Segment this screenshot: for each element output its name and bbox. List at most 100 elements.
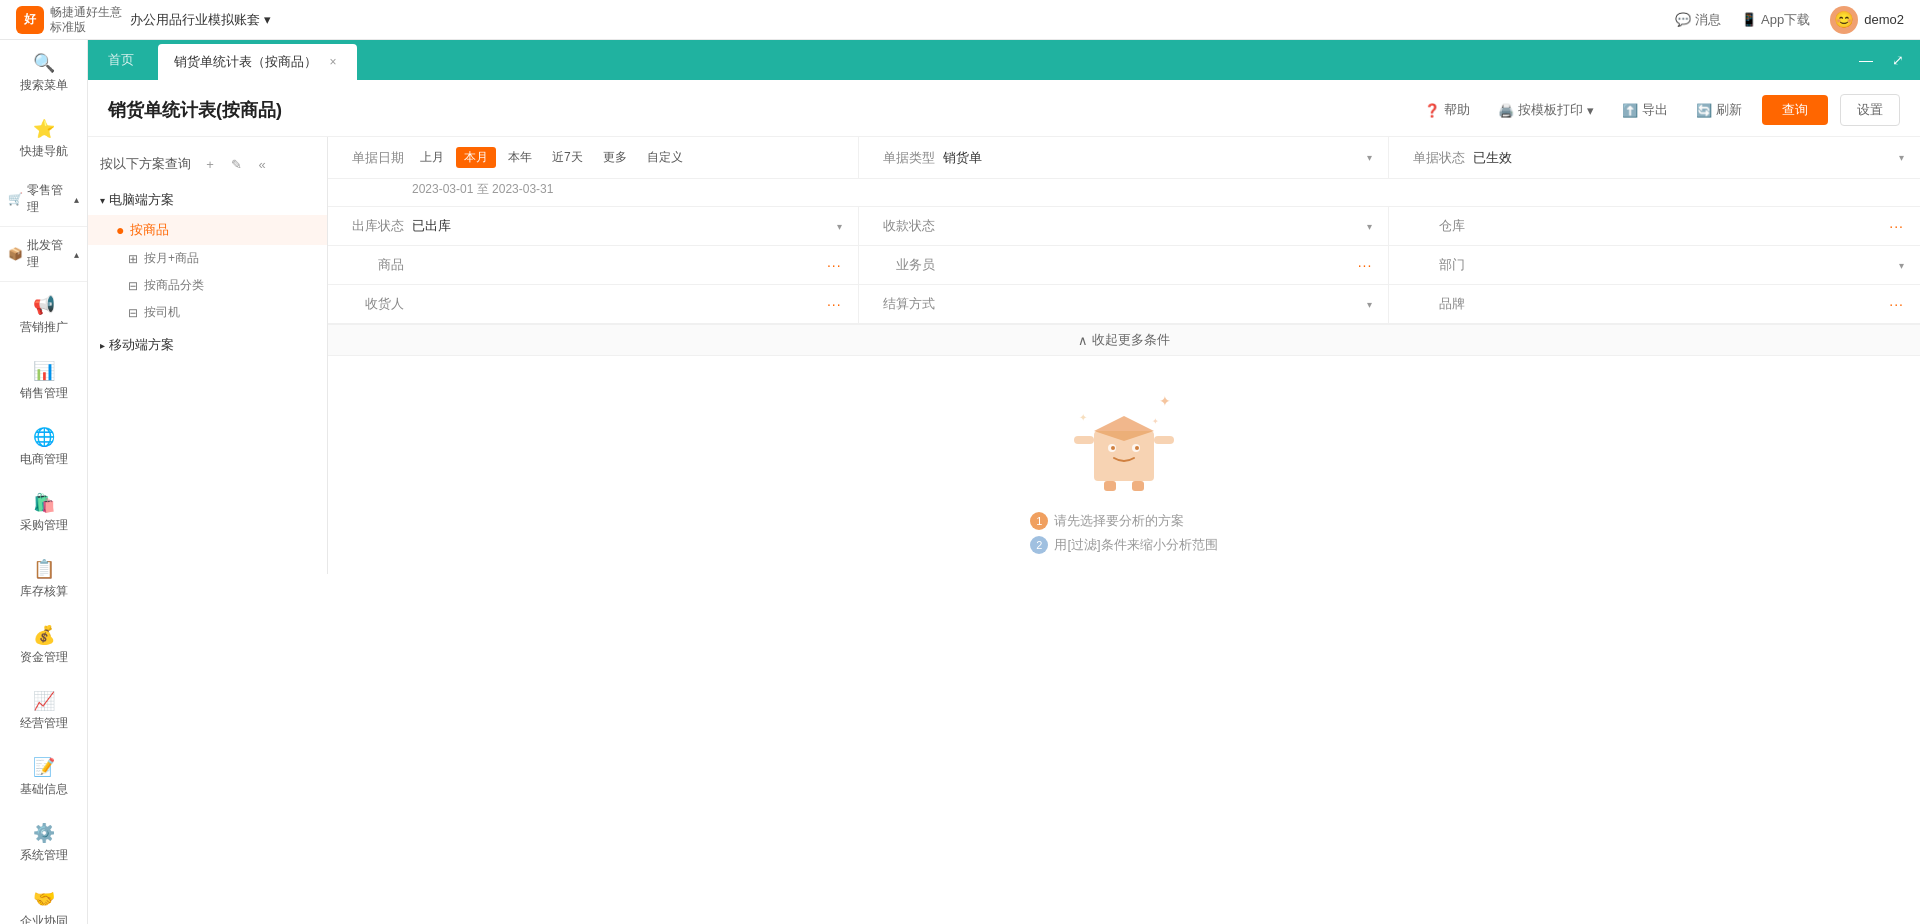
- sidebar-item-purchase-mgmt[interactable]: 🛍️ 采购管理: [0, 480, 87, 546]
- stock-status-control[interactable]: 已出库 ▾: [412, 217, 842, 235]
- date-filter-col: 单据日期 上月 本月 本年 近7天 更多 自定义: [328, 137, 859, 178]
- data-area: ✦ ✦ ✦ 1 请先选择要分析的方案 2: [328, 356, 1920, 574]
- date-range-row: 2023-03-01 至 2023-03-31: [328, 179, 1920, 207]
- filter-row-4: 收货人 ··· 结算方式 ▾: [328, 285, 1920, 324]
- warehouse-control[interactable]: ···: [1473, 218, 1904, 234]
- message-icon: 💬: [1675, 12, 1691, 27]
- salesperson-control[interactable]: ···: [943, 257, 1373, 273]
- empty-illustration: ✦ ✦ ✦: [1064, 376, 1184, 496]
- payment-method-col: 结算方式 ▾: [859, 285, 1390, 323]
- print-btn[interactable]: 🖨️ 按模板打印 ▾: [1490, 97, 1602, 123]
- date-presets: 上月 本月 本年 近7天 更多 自定义: [412, 147, 691, 168]
- product-control[interactable]: ···: [412, 257, 842, 273]
- purchase-icon: 🛍️: [33, 492, 55, 514]
- print-arrow: ▾: [1587, 103, 1594, 118]
- warehouse-col: 仓库 ···: [1389, 207, 1920, 245]
- tab-home[interactable]: 首页: [88, 40, 154, 80]
- filter-row-2: 出库状态 已出库 ▾ 收款状态 ▾: [328, 207, 1920, 246]
- right-content: 单据日期 上月 本月 本年 近7天 更多 自定义: [328, 137, 1920, 574]
- sidebar-item-wholesale-mgmt[interactable]: 📦 批发管理 ▴: [0, 227, 87, 282]
- export-icon: ⬆️: [1622, 103, 1638, 118]
- refresh-btn[interactable]: 🔄 刷新: [1688, 97, 1750, 123]
- edit-scheme-btn[interactable]: ✎: [225, 153, 247, 175]
- wholesale-expand-arrow: ▴: [74, 249, 79, 260]
- payment-method-arrow: ▾: [1367, 299, 1372, 310]
- user-info[interactable]: 😊 demo2: [1830, 6, 1904, 34]
- preset-this-month[interactable]: 本月: [456, 147, 496, 168]
- payment-method-control[interactable]: ▾: [943, 299, 1373, 310]
- scheme-by-cashier[interactable]: ⊟ 按司机: [88, 299, 327, 326]
- doc-status-filter-col: 单据状态 已生效 ▾: [1389, 137, 1920, 178]
- sidebar-item-sales-mgmt[interactable]: 📊 销售管理: [0, 348, 87, 414]
- export-btn[interactable]: ⬆️ 导出: [1614, 97, 1676, 123]
- industry-selector[interactable]: 办公用品行业模拟账套 ▾: [130, 11, 271, 29]
- tab-close-btn[interactable]: ×: [325, 54, 341, 70]
- pc-section-header[interactable]: ▾ 电脑端方案: [88, 185, 327, 215]
- svg-rect-8: [1132, 481, 1144, 491]
- app-download-btn[interactable]: 📱 App下载: [1741, 11, 1810, 29]
- mobile-section-header[interactable]: ▸ 移动端方案: [88, 330, 327, 360]
- scheme-by-category[interactable]: ⊟ 按商品分类: [88, 272, 327, 299]
- collapse-filters-btn[interactable]: ∧ 收起更多条件: [328, 324, 1920, 355]
- sidebar-item-enterprise-collab[interactable]: 🤝 企业协同: [0, 876, 87, 924]
- active-tab[interactable]: 销货单统计表（按商品） ×: [158, 44, 357, 80]
- receiver-control[interactable]: ···: [412, 296, 842, 312]
- step-2-badge: 2: [1030, 536, 1048, 554]
- hint-1: 1 请先选择要分析的方案: [1030, 512, 1184, 530]
- payment-status-arrow: ▾: [1367, 221, 1372, 232]
- by-category-icon: ⊟: [128, 279, 138, 293]
- department-control[interactable]: ▾: [1473, 260, 1904, 271]
- basic-info-icon: 📝: [33, 756, 55, 778]
- settings-btn[interactable]: 设置: [1840, 94, 1900, 126]
- scheme-by-month-product[interactable]: ⊞ 按月+商品: [88, 245, 327, 272]
- preset-last-month[interactable]: 上月: [412, 147, 452, 168]
- refresh-icon: 🔄: [1696, 103, 1712, 118]
- brand-control[interactable]: ···: [1473, 296, 1904, 312]
- message-btn[interactable]: 💬 消息: [1675, 11, 1721, 29]
- query-btn[interactable]: 查询: [1762, 95, 1828, 125]
- payment-status-control[interactable]: ▾: [943, 221, 1373, 232]
- header-left: 好 畅捷通好生意 标准版 办公用品行业模拟账套 ▾: [16, 5, 271, 34]
- sidebar-item-basic-info[interactable]: 📝 基础信息: [0, 744, 87, 810]
- sidebar-item-operations[interactable]: 📈 经营管理: [0, 678, 87, 744]
- collapse-panel-btn[interactable]: «: [251, 153, 273, 175]
- collapse-icon: ∧: [1078, 333, 1088, 348]
- doc-type-control[interactable]: 销货单 ▾: [943, 149, 1373, 167]
- sidebar-item-quick-nav[interactable]: ⭐ 快捷导航: [0, 106, 87, 172]
- add-scheme-btn[interactable]: +: [199, 153, 221, 175]
- content-area: 首页 销货单统计表（按商品） × — ⤢ 销货单统计表(按商品) ❓ 帮助: [88, 40, 1920, 924]
- department-arrow: ▾: [1899, 260, 1904, 271]
- sidebar-item-search-menu[interactable]: 🔍 搜索菜单: [0, 40, 87, 106]
- empty-state: ✦ ✦ ✦ 1 请先选择要分析的方案 2: [1030, 376, 1217, 554]
- sidebar-item-system-mgmt[interactable]: ⚙️ 系统管理: [0, 810, 87, 876]
- preset-custom[interactable]: 自定义: [639, 147, 691, 168]
- receiver-col: 收货人 ···: [328, 285, 859, 323]
- sidebar-item-inventory[interactable]: 📋 库存核算: [0, 546, 87, 612]
- sidebar-item-finance[interactable]: 💰 资金管理: [0, 612, 87, 678]
- doc-status-control[interactable]: 已生效 ▾: [1473, 149, 1904, 167]
- download-icon: 📱: [1741, 12, 1757, 27]
- sidebar-item-retail-mgmt[interactable]: 🛒 零售管理 ▴: [0, 172, 87, 227]
- scheme-by-product[interactable]: ● 按商品: [88, 215, 327, 245]
- preset-7days[interactable]: 近7天: [544, 147, 591, 168]
- product-col: 商品 ···: [328, 246, 859, 284]
- sidebar-item-marketing[interactable]: 📢 营销推广: [0, 282, 87, 348]
- tab-minimize-btn[interactable]: —: [1852, 46, 1880, 74]
- stock-status-arrow: ▾: [837, 221, 842, 232]
- preset-more[interactable]: 更多: [595, 147, 635, 168]
- sidebar-item-ecommerce[interactable]: 🌐 电商管理: [0, 414, 87, 480]
- date-filter-control: 上月 本月 本年 近7天 更多 自定义: [412, 147, 842, 168]
- preset-this-year[interactable]: 本年: [500, 147, 540, 168]
- ecommerce-icon: 🌐: [33, 426, 55, 448]
- svg-text:✦: ✦: [1079, 412, 1087, 423]
- help-btn[interactable]: ❓ 帮助: [1416, 97, 1478, 123]
- hint-2: 2 用[过滤]条件来缩小分析范围: [1030, 536, 1217, 554]
- doc-type-arrow: ▾: [1367, 152, 1372, 163]
- help-icon: ❓: [1424, 103, 1440, 118]
- tab-bar-actions: — ⤢: [1852, 46, 1920, 74]
- sidebar: 🔍 搜索菜单 ⭐ 快捷导航 🛒 零售管理 ▴ 📦 批发管理 ▴ 📢 营销推广 📊…: [0, 40, 88, 924]
- filter-row-3: 商品 ··· 业务员 ···: [328, 246, 1920, 285]
- tab-maximize-btn[interactable]: ⤢: [1884, 46, 1912, 74]
- top-header: 好 畅捷通好生意 标准版 办公用品行业模拟账套 ▾ 💬 消息 📱 App下载 😊…: [0, 0, 1920, 40]
- brand-col: 品牌 ···: [1389, 285, 1920, 323]
